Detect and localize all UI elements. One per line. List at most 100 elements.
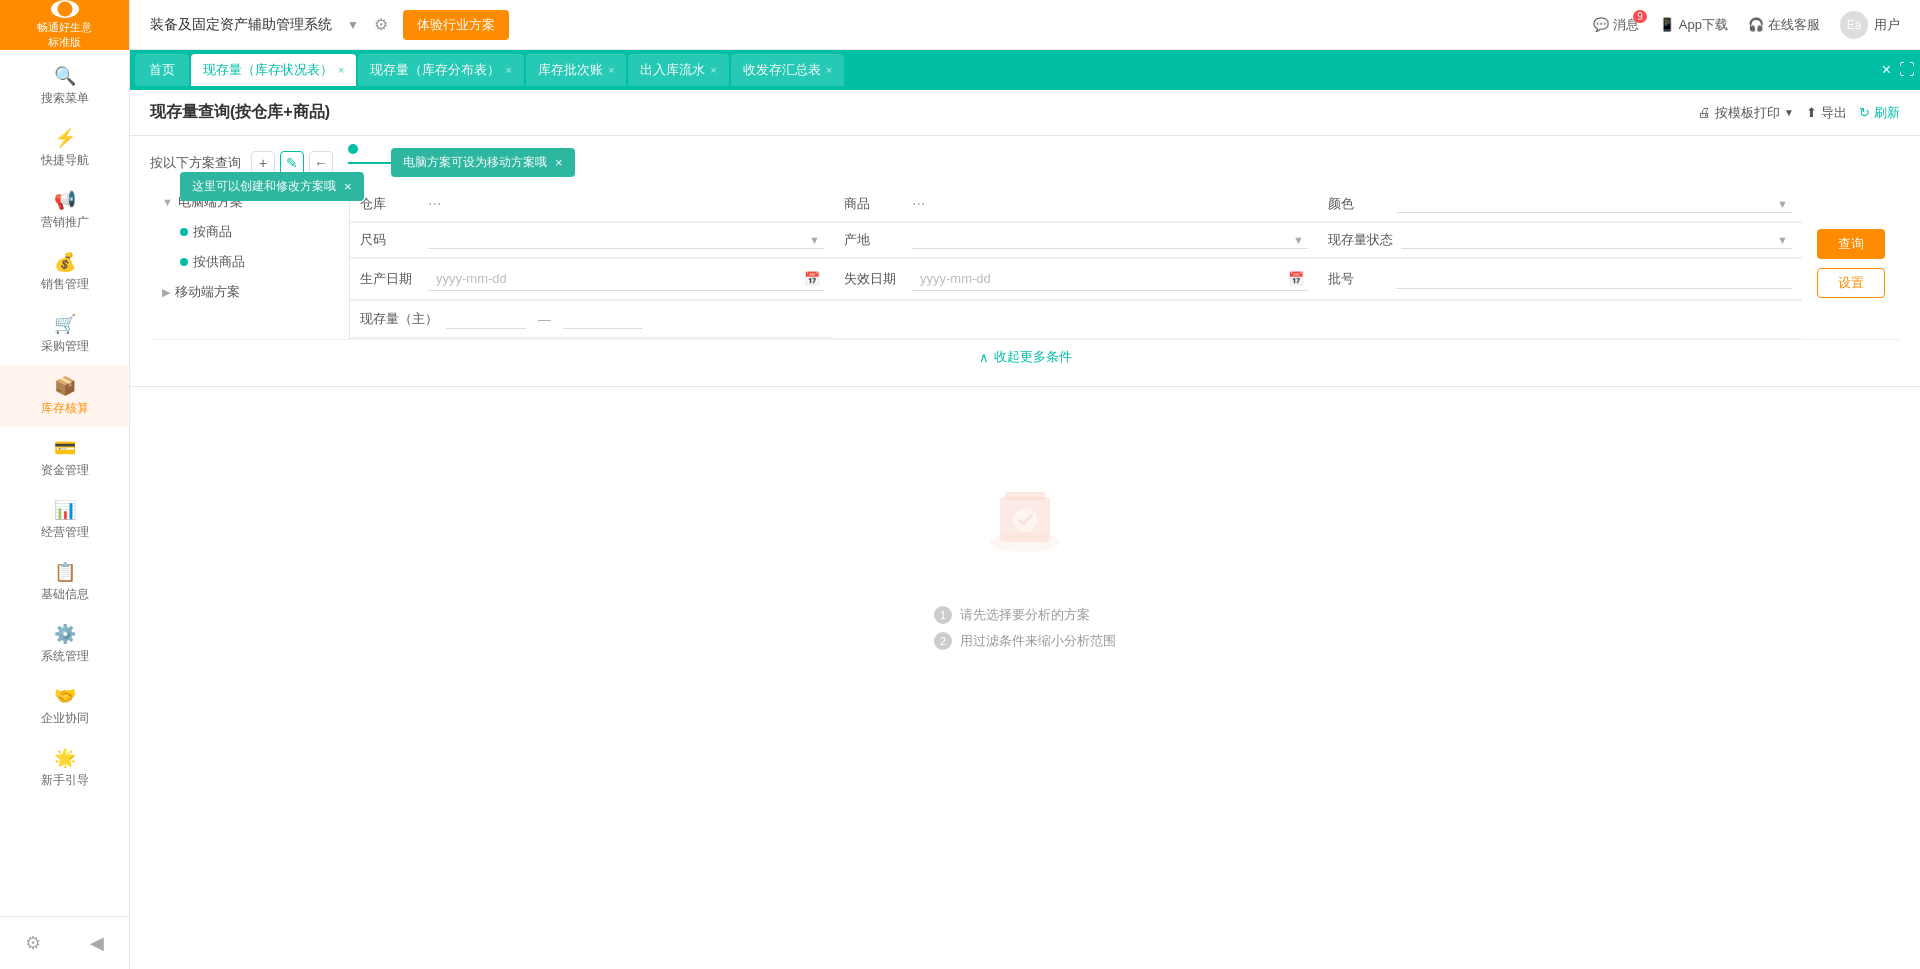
export-btn[interactable]: ⬆ 导出 (1806, 104, 1847, 122)
tab-batch-ledger[interactable]: 库存批次账 × (526, 54, 626, 86)
refresh-btn[interactable]: ↻ 刷新 (1859, 104, 1900, 122)
prod-date-input[interactable] (432, 269, 804, 288)
form-cell-size: 尺码 ▼ (350, 223, 834, 258)
sidebar-item-sales[interactable]: 💰 销售管理 (0, 241, 129, 303)
tooltip-desktop-close[interactable]: × (555, 155, 563, 170)
quick-nav-icon: ⚡ (54, 127, 76, 149)
sidebar-item-system-label: 系统管理 (41, 648, 89, 665)
logo-title: 畅通好生意 (37, 20, 92, 35)
sidebar-item-search[interactable]: 🔍 搜索菜单 (0, 55, 129, 117)
sidebar-item-purchase[interactable]: 🛒 采购管理 (0, 303, 129, 365)
tab-inout-flow-label: 出入库流水 (640, 61, 705, 79)
svg-rect-3 (1005, 492, 1045, 500)
page-content: 现存量查询(按仓库+商品) 🖨 按模板打印 ▼ ⬆ 导出 ↻ 刷新 (130, 90, 1920, 969)
expiry-date-calendar-icon[interactable]: 📅 (1288, 271, 1304, 286)
header-settings-icon[interactable]: ⚙ (374, 15, 388, 34)
add-scheme-btn[interactable]: + (251, 151, 275, 175)
tab-close-all-icon[interactable]: × (1882, 61, 1891, 79)
collapse-row[interactable]: ∧ 收起更多条件 (150, 339, 1900, 374)
sales-nav-icon: 💰 (54, 251, 76, 273)
settings-icon[interactable]: ⚙ (20, 927, 46, 959)
origin-dropdown[interactable]: ▼ (912, 232, 1308, 249)
system-name: 装备及固定资产辅助管理系统 (150, 16, 332, 34)
batch-label: 批号 (1328, 270, 1388, 288)
app-download-btn[interactable]: 📱 App下载 (1659, 16, 1728, 34)
form-row-1: 仓库 ··· 商品 ··· 颜色 ▼ (350, 187, 1802, 223)
size-dropdown[interactable]: ▼ (428, 232, 824, 249)
tab-fullscreen-icon[interactable]: ⛶ (1899, 61, 1915, 79)
sidebar-item-finance-label: 资金管理 (41, 462, 89, 479)
tab-inout-flow-close[interactable]: × (710, 64, 716, 76)
export-label: 导出 (1821, 104, 1847, 122)
sidebar-item-purchase-label: 采购管理 (41, 338, 89, 355)
goods-dots-icon[interactable]: ··· (912, 195, 925, 213)
sidebar-item-guide[interactable]: 🌟 新手引导 (0, 737, 129, 799)
scheme-mobile-group[interactable]: ▶ 移动端方案 (150, 277, 349, 307)
filter-label: 按以下方案查询 (150, 154, 241, 172)
tab-inventory-status-close[interactable]: × (338, 64, 344, 76)
expiry-date-input-wrap[interactable]: 📅 (912, 267, 1308, 291)
sidebar-item-system[interactable]: ⚙️ 系统管理 (0, 613, 129, 675)
tab-inventory-status[interactable]: 现存量（库存状况表） × (191, 54, 356, 86)
tab-receive-summary[interactable]: 收发存汇总表 × (731, 54, 844, 86)
tab-home[interactable]: 首页 (135, 54, 189, 86)
expiry-date-input[interactable] (916, 269, 1288, 288)
sidebar: 畅通好生意 标准版 🔍 搜索菜单 ⚡ 快捷导航 📢 营销推广 💰 销售管理 🛒 … (0, 0, 130, 969)
tab-inventory-dist-close[interactable]: × (505, 64, 511, 76)
sidebar-item-quick[interactable]: ⚡ 快捷导航 (0, 117, 129, 179)
tab-inventory-status-label: 现存量（库存状况表） (203, 61, 333, 79)
sidebar-item-operations[interactable]: 📊 经营管理 (0, 489, 129, 551)
sidebar-item-inventory-label: 库存核算 (41, 400, 89, 417)
scheme-item-by-supplier-goods[interactable]: 按供商品 (150, 247, 349, 277)
svg-point-4 (1013, 508, 1037, 532)
search-btn[interactable]: 查询 (1817, 229, 1885, 259)
reset-btn[interactable]: 设置 (1817, 268, 1885, 298)
filter-body: 这里可以创建和修改方案哦 × ▼ 电脑端方案 按商品 (150, 187, 1900, 339)
tab-batch-ledger-close[interactable]: × (608, 64, 614, 76)
refresh-label: 刷新 (1874, 104, 1900, 122)
prod-date-input-wrap[interactable]: 📅 (428, 267, 824, 291)
color-dropdown[interactable]: ▼ (1396, 196, 1792, 213)
tab-batch-ledger-label: 库存批次账 (538, 61, 603, 79)
form-cell-stock-main: 现存量（主） — (350, 301, 834, 338)
user-area[interactable]: Ea 用户 (1840, 11, 1900, 39)
sidebar-item-basic[interactable]: 📋 基础信息 (0, 551, 129, 613)
logo-icon (51, 0, 79, 18)
collapse-sidebar-icon[interactable]: ◀ (85, 927, 109, 959)
page-actions: 🖨 按模板打印 ▼ ⬆ 导出 ↻ 刷新 (1698, 104, 1900, 122)
sidebar-item-inventory[interactable]: 📦 库存核算 (0, 365, 129, 427)
sidebar-item-guide-label: 新手引导 (41, 772, 89, 789)
stock-main-from-input[interactable] (446, 309, 526, 329)
sidebar-item-enterprise[interactable]: 🤝 企业协同 (0, 675, 129, 737)
system-dropdown-icon[interactable]: ▼ (347, 18, 359, 32)
tab-inout-flow[interactable]: 出入库流水 × (628, 54, 728, 86)
empty-state: 1 请先选择要分析的方案 2 用过滤条件来缩小分析范围 (130, 387, 1920, 730)
prod-date-calendar-icon[interactable]: 📅 (804, 271, 820, 286)
filter-form: 仓库 ··· 商品 ··· 颜色 ▼ (350, 187, 1802, 339)
tooltip-create-scheme-close[interactable]: × (344, 179, 352, 194)
headset-icon: 🎧 (1748, 17, 1764, 32)
tab-receive-summary-close[interactable]: × (826, 64, 832, 76)
warehouse-dots-icon[interactable]: ··· (428, 195, 441, 213)
batch-input[interactable] (1396, 269, 1792, 289)
sidebar-item-finance[interactable]: 💳 资金管理 (0, 427, 129, 489)
back-icon: ← (314, 155, 328, 171)
back-scheme-btn[interactable]: ← (309, 151, 333, 175)
notification-btn[interactable]: 💬 消息 9 (1593, 16, 1639, 34)
online-service-btn[interactable]: 🎧 在线客服 (1748, 16, 1820, 34)
stock-status-dropdown[interactable]: ▼ (1401, 232, 1792, 249)
origin-label: 产地 (844, 231, 904, 249)
form-row-3: 生产日期 📅 失效日期 📅 (350, 259, 1802, 301)
stock-main-to-input[interactable] (563, 309, 643, 329)
print-template-btn[interactable]: 🖨 按模板打印 ▼ (1698, 104, 1794, 122)
sidebar-item-enterprise-label: 企业协同 (41, 710, 89, 727)
filter-right-actions: 查询 设置 (1802, 187, 1900, 339)
tab-inventory-dist[interactable]: 现存量（库存分布表） × (358, 54, 523, 86)
industry-btn[interactable]: 体验行业方案 (403, 10, 509, 40)
scheme-item-by-goods[interactable]: 按商品 (150, 217, 349, 247)
top-header: 装备及固定资产辅助管理系统 ▼ ⚙ 体验行业方案 💬 消息 9 📱 App下载 … (130, 0, 1920, 50)
size-label: 尺码 (360, 231, 420, 249)
sidebar-item-marketing[interactable]: 📢 营销推广 (0, 179, 129, 241)
edit-scheme-btn[interactable]: ✎ (280, 151, 304, 175)
collapse-label: 收起更多条件 (994, 348, 1072, 366)
